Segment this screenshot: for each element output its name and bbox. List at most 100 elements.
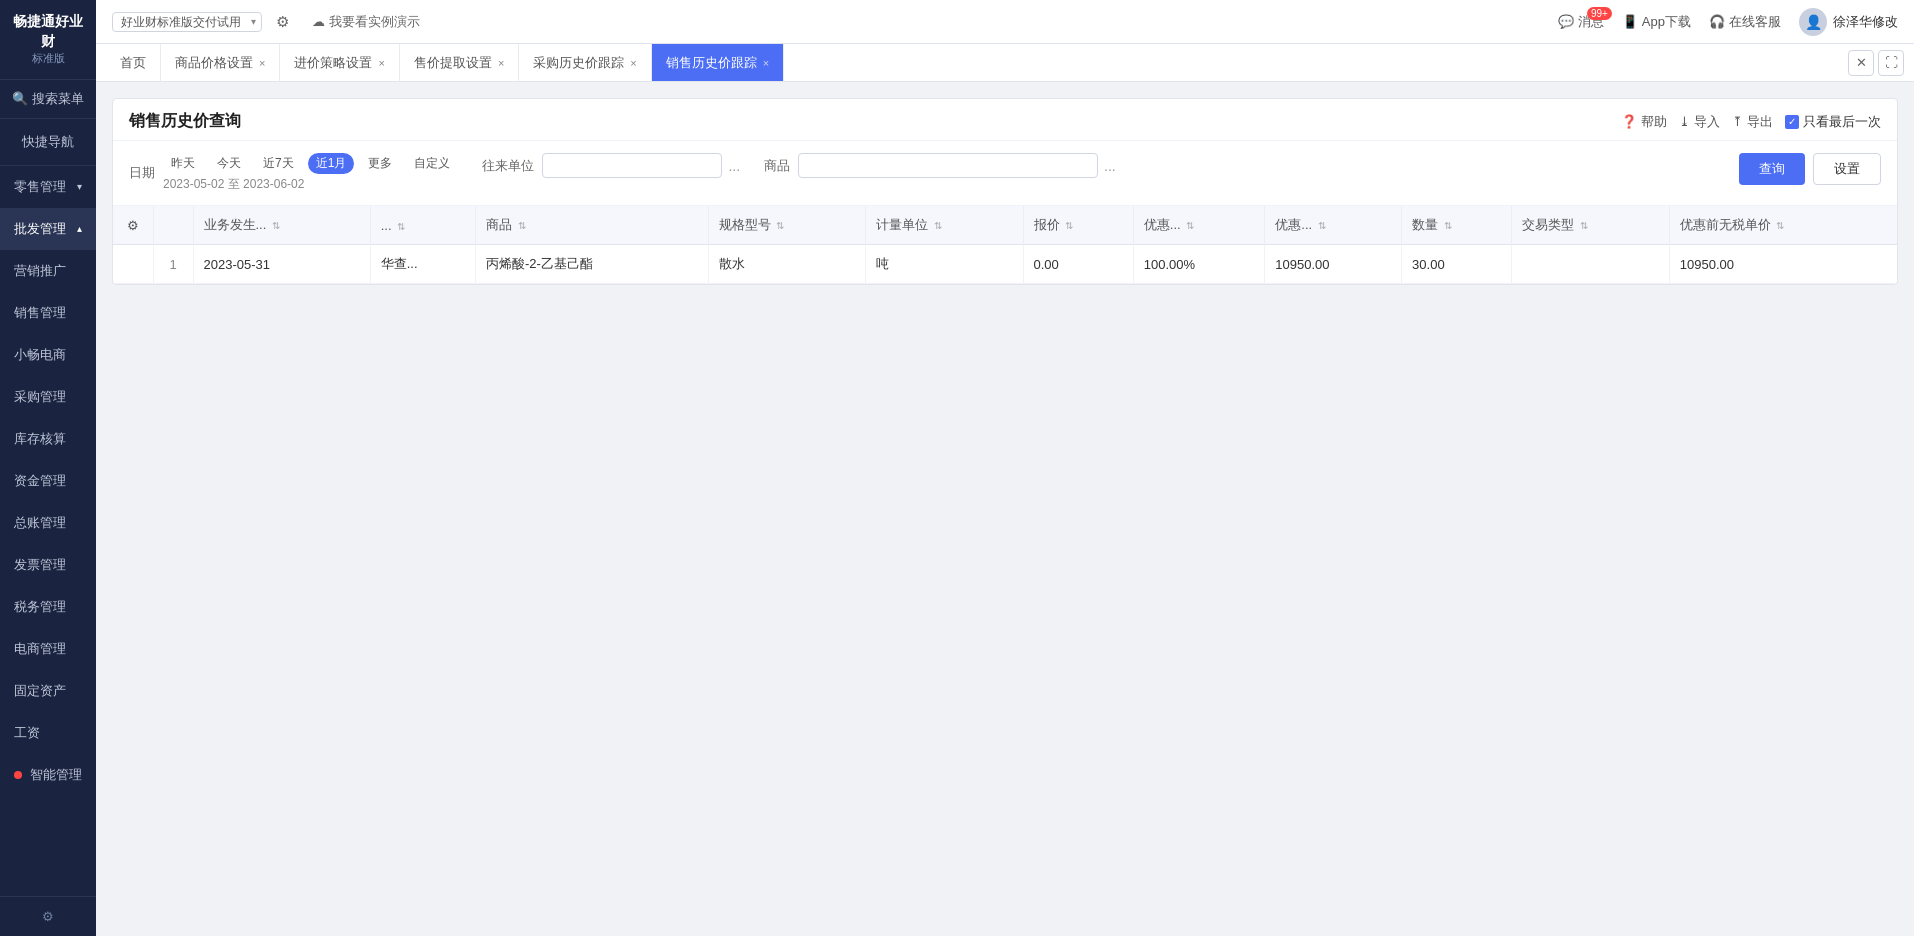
th-unit[interactable]: 计量单位 ⇅ — [866, 206, 1024, 245]
td-pretax-price: 10950.00 — [1669, 245, 1897, 284]
app-name: 畅捷通好业财 — [8, 12, 88, 51]
query-button[interactable]: 查询 — [1739, 153, 1805, 185]
sort-icon-qty: ⇅ — [1444, 220, 1452, 231]
date-option-yesterday[interactable]: 昨天 — [163, 153, 203, 174]
page-panel: 销售历史价查询 ❓ 帮助 ⤓ 导入 ⤒ 导出 ✓ — [112, 98, 1898, 285]
sidebar-item-salary[interactable]: 工资 — [0, 712, 96, 754]
app-download-button[interactable]: 📱 App下载 — [1622, 13, 1691, 31]
td-num: 1 — [153, 245, 193, 284]
tab-close-btn[interactable]: ✕ — [1848, 50, 1874, 76]
export-button[interactable]: ⤒ 导出 — [1732, 113, 1773, 131]
tab-sale-history[interactable]: 销售历史价跟踪 × — [652, 44, 784, 82]
th-more1[interactable]: ... ⇅ — [370, 206, 475, 245]
import-icon: ⤓ — [1679, 114, 1690, 129]
goods-input[interactable] — [798, 153, 1098, 178]
tab-sale-extract[interactable]: 售价提取设置 × — [400, 44, 519, 82]
tab-close-purchase-strategy[interactable]: × — [378, 57, 384, 69]
topbar: 好业财标准版交付试用 ⚙ ☁ 我要看实例演示 💬 消息 99+ 📱 App下载 … — [96, 0, 1914, 44]
chevron-icon: ▾ — [77, 181, 82, 192]
tab-close-purchase-history[interactable]: × — [630, 57, 636, 69]
tab-home[interactable]: 首页 — [106, 44, 161, 82]
page-header: 销售历史价查询 ❓ 帮助 ⤓ 导入 ⤒ 导出 ✓ — [113, 99, 1897, 141]
tab-close-price[interactable]: × — [259, 57, 265, 69]
td-qty: 30.00 — [1402, 245, 1512, 284]
th-discount1[interactable]: 优惠... ⇅ — [1133, 206, 1265, 245]
sidebar-item-inventory[interactable]: 库存核算 — [0, 418, 96, 460]
source-unit-more-btn[interactable]: ... — [728, 158, 740, 174]
tabs-controls: ✕ ⛶ — [1848, 50, 1904, 76]
td-discount2: 10950.00 — [1265, 245, 1402, 284]
sidebar-item-purchase[interactable]: 采购管理 — [0, 376, 96, 418]
th-discount2[interactable]: 优惠... ⇅ — [1265, 206, 1402, 245]
th-trade-type[interactable]: 交易类型 ⇅ — [1512, 206, 1670, 245]
settings-icon[interactable]: ⚙ — [42, 909, 54, 924]
topbar-settings-icon[interactable]: ⚙ — [276, 13, 289, 31]
th-gear[interactable]: ⚙ — [113, 206, 153, 245]
sidebar-search[interactable]: 🔍 搜索菜单 — [0, 80, 96, 119]
source-unit-filter-group: 往来单位 ... — [482, 153, 740, 178]
th-biz-date[interactable]: 业务发生... ⇅ — [193, 206, 370, 245]
td-trade-type — [1512, 245, 1670, 284]
topbar-demo[interactable]: ☁ 我要看实例演示 — [312, 13, 420, 31]
td-unit: 吨 — [866, 245, 1024, 284]
th-qty[interactable]: 数量 ⇅ — [1402, 206, 1512, 245]
source-unit-input[interactable] — [542, 153, 722, 178]
app-edition: 标准版 — [8, 51, 88, 66]
td-spec: 散水 — [708, 245, 866, 284]
settings-button[interactable]: 设置 — [1813, 153, 1881, 185]
date-options: 昨天 今天 近7天 近1月 更多 自定义 — [163, 153, 458, 174]
th-price[interactable]: 报价 ⇅ — [1023, 206, 1133, 245]
tab-purchase-strategy[interactable]: 进价策略设置 × — [280, 44, 399, 82]
date-option-last1m[interactable]: 近1月 — [308, 153, 355, 174]
td-goods: 丙烯酸-2-乙基己酯 — [475, 245, 708, 284]
tab-maximize-btn[interactable]: ⛶ — [1878, 50, 1904, 76]
sidebar-item-invoice[interactable]: 发票管理 — [0, 544, 96, 586]
import-button[interactable]: ⤓ 导入 — [1679, 113, 1720, 131]
sidebar-item-tax[interactable]: 税务管理 — [0, 586, 96, 628]
messages-button[interactable]: 💬 消息 99+ — [1558, 13, 1604, 31]
user-menu[interactable]: 👤 徐泽华修改 — [1799, 8, 1898, 36]
gear-icon[interactable]: ⚙ — [127, 218, 139, 233]
online-service-button[interactable]: 🎧 在线客服 — [1709, 13, 1781, 31]
sidebar-quick-nav-item[interactable]: 快捷导航 — [0, 125, 96, 159]
sidebar-footer[interactable]: ⚙ — [0, 896, 96, 936]
sidebar-item-retail[interactable]: 零售管理 ▾ — [0, 166, 96, 208]
date-range: 2023-05-02 至 2023-06-02 — [163, 176, 458, 193]
tab-close-sale-extract[interactable]: × — [498, 57, 504, 69]
sidebar-menu: 零售管理 ▾ 批发管理 ▴ 营销推广 销售管理 小畅电商 采购管理 库存核算 资… — [0, 166, 96, 896]
checkbox-icon: ✓ — [1785, 115, 1799, 129]
tab-purchase-history[interactable]: 采购历史价跟踪 × — [519, 44, 651, 82]
brand-select-wrapper[interactable]: 好业财标准版交付试用 — [112, 12, 262, 32]
goods-more-btn[interactable]: ... — [1104, 158, 1116, 174]
date-option-last7[interactable]: 近7天 — [255, 153, 302, 174]
date-option-more[interactable]: 更多 — [360, 153, 400, 174]
table-row[interactable]: 1 2023-05-31 华查... 丙烯酸-2-乙基己酯 散水 吨 0.00 … — [113, 245, 1897, 284]
date-option-custom[interactable]: 自定义 — [406, 153, 458, 174]
only-last-checkbox[interactable]: ✓ 只看最后一次 — [1785, 113, 1881, 131]
sidebar-item-ecom-mini[interactable]: 小畅电商 — [0, 334, 96, 376]
brand-select[interactable]: 好业财标准版交付试用 — [112, 12, 262, 32]
td-discount1: 100.00% — [1133, 245, 1265, 284]
th-pretax-price[interactable]: 优惠前无税单价 ⇅ — [1669, 206, 1897, 245]
help-button[interactable]: ❓ 帮助 — [1621, 113, 1667, 131]
sidebar-item-finance[interactable]: 资金管理 — [0, 460, 96, 502]
sidebar-item-sales[interactable]: 销售管理 — [0, 292, 96, 334]
th-num — [153, 206, 193, 245]
tab-price[interactable]: 商品价格设置 × — [161, 44, 280, 82]
source-unit-label: 往来单位 — [482, 157, 534, 175]
date-option-today[interactable]: 今天 — [209, 153, 249, 174]
headset-icon: 🎧 — [1709, 14, 1725, 29]
sidebar-item-smart[interactable]: 智能管理 — [0, 754, 96, 796]
message-icon: 💬 — [1558, 14, 1574, 29]
goods-filter-group: 商品 ... — [764, 153, 1116, 178]
sidebar-item-ecom[interactable]: 电商管理 — [0, 628, 96, 670]
sidebar-item-marketing[interactable]: 营销推广 — [0, 250, 96, 292]
sidebar-item-fixed-assets[interactable]: 固定资产 — [0, 670, 96, 712]
sidebar-item-wholesale[interactable]: 批发管理 ▴ — [0, 208, 96, 250]
th-goods[interactable]: 商品 ⇅ — [475, 206, 708, 245]
sidebar-item-general-ledger[interactable]: 总账管理 — [0, 502, 96, 544]
tab-close-sale-history[interactable]: × — [763, 57, 769, 69]
sidebar-logo: 畅捷通好业财 标准版 — [0, 0, 96, 80]
th-spec[interactable]: 规格型号 ⇅ — [708, 206, 866, 245]
goods-input-wrapper: ... — [798, 153, 1116, 178]
